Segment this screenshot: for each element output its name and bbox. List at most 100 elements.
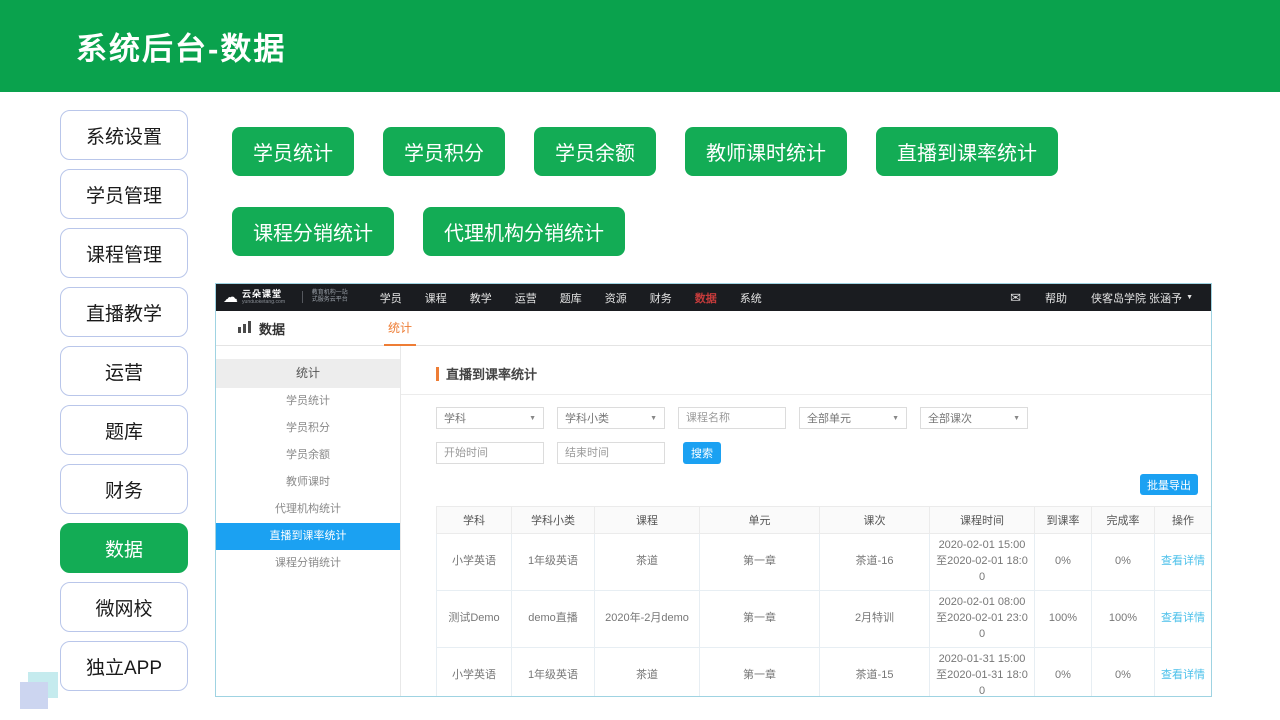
help-link[interactable]: 帮助 [1045, 290, 1067, 306]
end-time-input[interactable] [557, 442, 665, 464]
topnav-item[interactable]: 财务 [650, 290, 672, 306]
batch-export-button[interactable]: 批量导出 [1140, 474, 1198, 495]
subject-select[interactable]: 学科 ▼ [436, 407, 544, 429]
logo-divider [302, 291, 303, 303]
column-header: 学科小类 [512, 507, 595, 534]
cell-course: 茶道 [595, 647, 700, 697]
topnav-right: ✉ 帮助 侠客岛学院 张涵予 ▼ [1010, 290, 1193, 306]
content-title: 直播到课率统计 [436, 364, 1212, 383]
topnav-menu: 学员 课程 教学 运营 题库 资源 财务 数据 系统 [380, 290, 762, 306]
column-header: 单元 [700, 507, 820, 534]
topnav-item[interactable]: 教学 [470, 290, 492, 306]
view-details-link[interactable]: 查看详情 [1161, 669, 1205, 681]
cell-completion: 0% [1092, 647, 1155, 697]
sidebar-item[interactable]: 系统设置 [60, 110, 188, 160]
column-header: 完成率 [1092, 507, 1155, 534]
stat-quick-button[interactable]: 学员余额 [534, 127, 656, 176]
cell-time: 2020-01-31 15:00至2020-01-31 18:00 [930, 647, 1035, 697]
cell-lesson: 茶道-16 [820, 534, 930, 591]
sidebar-item[interactable]: 微网校 [60, 582, 188, 632]
cell-lesson: 茶道-15 [820, 647, 930, 697]
cell-subject: 小学英语 [437, 647, 512, 697]
topnav-item[interactable]: 数据 [695, 290, 717, 306]
filters-row-2: 搜索 [436, 442, 1212, 464]
table-row: 小学英语1年级英语茶道第一章茶道-162020-02-01 15:00至2020… [437, 534, 1212, 591]
sidebar-item[interactable]: 独立APP [60, 641, 188, 691]
course-name-input[interactable] [678, 407, 786, 429]
brand-domain: yunduoketang.com [242, 300, 285, 306]
table-row: 小学英语1年级英语茶道第一章茶道-152020-01-31 15:00至2020… [437, 647, 1212, 697]
sidebar-item[interactable]: 财务 [60, 464, 188, 514]
side-menu-item[interactable]: 直播到课率统计 [216, 523, 400, 550]
column-header: 课程 [595, 507, 700, 534]
data-chart-icon [238, 321, 252, 336]
chevron-down-icon: ▼ [1013, 415, 1020, 422]
stats-table: 学科学科小类课程单元课次课程时间到课率完成率操作小学英语1年级英语茶道第一章茶道… [436, 506, 1212, 697]
topnav-item[interactable]: 题库 [560, 290, 582, 306]
topnav-item[interactable]: 学员 [380, 290, 402, 306]
sidebar-item[interactable]: 数据 [60, 523, 188, 573]
column-header: 到课率 [1035, 507, 1092, 534]
sub-subject-select[interactable]: 学科小类 ▼ [557, 407, 665, 429]
cell-unit: 第一章 [700, 590, 820, 647]
subnav-title: 数据 [238, 319, 285, 338]
side-menu-item[interactable]: 学员余额 [216, 442, 400, 469]
side-menu-header: 统计 [216, 359, 400, 388]
cell-course: 2020年-2月demo [595, 590, 700, 647]
cell-action: 查看详情 [1155, 647, 1212, 697]
sidebar-item[interactable]: 题库 [60, 405, 188, 455]
account-name: 侠客岛学院 张涵予 [1091, 290, 1182, 306]
side-menu-item[interactable]: 教师课时 [216, 469, 400, 496]
cloud-icon: ☁ [223, 290, 238, 305]
search-button[interactable]: 搜索 [683, 442, 721, 464]
stat-quick-button[interactable]: 课程分销统计 [232, 207, 394, 256]
cell-unit: 第一章 [700, 647, 820, 697]
stat-quick-button[interactable]: 学员积分 [383, 127, 505, 176]
cell-action: 查看详情 [1155, 534, 1212, 591]
start-time-input[interactable] [436, 442, 544, 464]
view-details-link[interactable]: 查看详情 [1161, 555, 1205, 567]
side-menu-item[interactable]: 学员积分 [216, 415, 400, 442]
cell-sub_subject: 1年级英语 [512, 647, 595, 697]
column-header: 课次 [820, 507, 930, 534]
sidebar-item[interactable]: 运营 [60, 346, 188, 396]
page-header: 系统后台-数据 [0, 0, 1280, 92]
cell-completion: 0% [1092, 534, 1155, 591]
column-header: 课程时间 [930, 507, 1035, 534]
subject-select-value: 学科 [444, 410, 466, 426]
cell-attendance: 0% [1035, 647, 1092, 697]
cell-subject: 测试Demo [437, 590, 512, 647]
account-menu[interactable]: 侠客岛学院 张涵予 ▼ [1091, 290, 1193, 306]
view-details-link[interactable]: 查看详情 [1161, 612, 1205, 624]
brand-tagline: 教育机构一站 式服务云平台 [312, 290, 348, 305]
sidebar-item[interactable]: 课程管理 [60, 228, 188, 278]
brand-block: 云朵课堂 yunduoketang.com [242, 289, 293, 306]
admin-body: 统计 学员统计学员积分学员余额教师课时代理机构统计直播到课率统计课程分销统计 直… [216, 346, 1211, 696]
title-accent-bar [436, 367, 439, 381]
side-menu-item[interactable]: 课程分销统计 [216, 550, 400, 577]
stat-quick-button[interactable]: 代理机构分销统计 [423, 207, 625, 256]
column-header: 操作 [1155, 507, 1212, 534]
lesson-select[interactable]: 全部课次 ▼ [920, 407, 1028, 429]
side-menu-item[interactable]: 代理机构统计 [216, 496, 400, 523]
title-separator [401, 394, 1212, 395]
stat-quick-button[interactable]: 教师课时统计 [685, 127, 847, 176]
left-nav: 系统设置学员管理课程管理直播教学运营题库财务数据微网校独立APP [60, 110, 188, 691]
stat-quick-button[interactable]: 直播到课率统计 [876, 127, 1058, 176]
mail-icon[interactable]: ✉ [1010, 290, 1021, 306]
cell-sub_subject: demo直播 [512, 590, 595, 647]
tab-statistics[interactable]: 统计 [384, 311, 416, 346]
stat-quick-button[interactable]: 学员统计 [232, 127, 354, 176]
topnav-item[interactable]: 资源 [605, 290, 627, 306]
unit-select[interactable]: 全部单元 ▼ [799, 407, 907, 429]
sidebar-item[interactable]: 学员管理 [60, 169, 188, 219]
topnav-item[interactable]: 运营 [515, 290, 537, 306]
topnav-item[interactable]: 课程 [425, 290, 447, 306]
sub-subject-select-value: 学科小类 [565, 410, 609, 426]
brand-name: 云朵课堂 [242, 289, 293, 299]
sidebar-item[interactable]: 直播教学 [60, 287, 188, 337]
side-menu-item[interactable]: 学员统计 [216, 388, 400, 415]
topnav-item[interactable]: 系统 [740, 290, 762, 306]
cell-time: 2020-02-01 08:00至2020-02-01 23:00 [930, 590, 1035, 647]
column-header: 学科 [437, 507, 512, 534]
